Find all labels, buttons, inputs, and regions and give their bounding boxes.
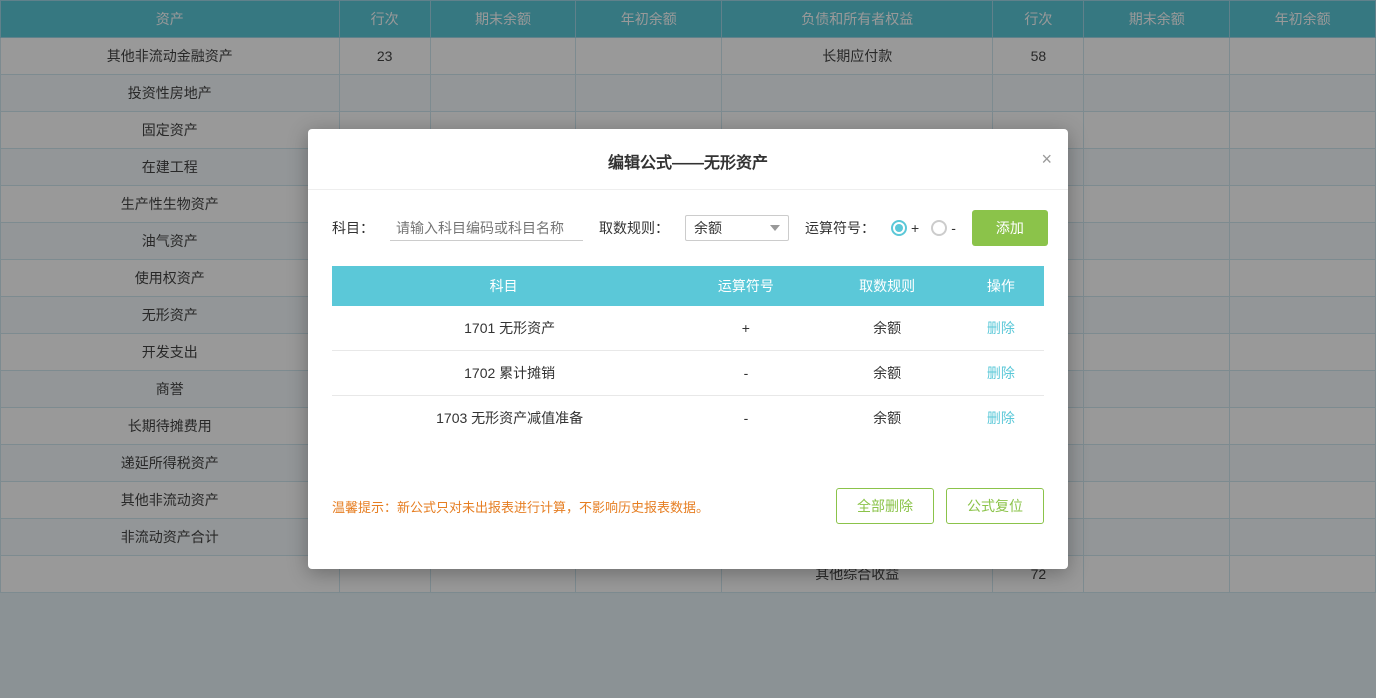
- radio-minus[interactable]: -: [931, 220, 956, 236]
- radio-minus-circle: [931, 220, 947, 236]
- operator-label: 运算符号：: [805, 218, 875, 238]
- th-action: 操作: [958, 266, 1044, 306]
- delete-row-button[interactable]: 删除: [987, 318, 1015, 338]
- add-button[interactable]: 添加: [972, 210, 1048, 246]
- radio-minus-label: -: [951, 220, 956, 236]
- formula-table: 科目 运算符号 取数规则 操作 1701 无形资产+余额删除1702 累计摊销-…: [332, 266, 1044, 440]
- reset-button[interactable]: 公式复位: [946, 488, 1044, 524]
- modal: 编辑公式——无形资产 × 科目： 取数规则： 余额借方发生额贷方发生额 运算符号…: [308, 129, 1068, 569]
- form-row: 科目： 取数规则： 余额借方发生额贷方发生额 运算符号： + -: [332, 210, 1044, 246]
- th-operator: 运算符号: [675, 266, 816, 306]
- subject-input[interactable]: [390, 216, 583, 241]
- hint-text: 温馨提示：新公式只对未出报表进行计算，不影响历史报表数据。: [332, 497, 709, 516]
- rule-select[interactable]: 余额借方发生额贷方发生额: [685, 215, 789, 241]
- modal-close-button[interactable]: ×: [1041, 150, 1052, 168]
- delete-row-button[interactable]: 删除: [987, 363, 1015, 383]
- th-rule: 取数规则: [817, 266, 958, 306]
- rule-select-wrapper: 余额借方发生额贷方发生额: [685, 215, 789, 241]
- radio-plus-label: +: [911, 220, 919, 236]
- modal-body: 科目： 取数规则： 余额借方发生额贷方发生额 运算符号： + -: [308, 190, 1068, 476]
- modal-footer: 温馨提示：新公式只对未出报表进行计算，不影响历史报表数据。 全部删除 公式复位: [308, 476, 1068, 544]
- modal-title: 编辑公式——无形资产: [608, 155, 768, 172]
- radio-plus-circle: [891, 220, 907, 236]
- modal-overlay: 编辑公式——无形资产 × 科目： 取数规则： 余额借方发生额贷方发生额 运算符号…: [0, 0, 1376, 698]
- modal-header: 编辑公式——无形资产 ×: [308, 129, 1068, 190]
- delete-all-button[interactable]: 全部删除: [836, 488, 934, 524]
- radio-plus[interactable]: +: [891, 220, 919, 236]
- formula-row: 1701 无形资产+余额删除: [332, 306, 1044, 351]
- operator-radio-group: + -: [891, 220, 956, 236]
- formula-row: 1702 累计摊销-余额删除: [332, 351, 1044, 396]
- delete-row-button[interactable]: 删除: [987, 408, 1015, 428]
- rule-label: 取数规则：: [599, 218, 669, 238]
- th-subject: 科目: [332, 266, 675, 306]
- formula-row: 1703 无形资产减值准备-余额删除: [332, 396, 1044, 441]
- footer-buttons: 全部删除 公式复位: [836, 488, 1044, 524]
- subject-label: 科目：: [332, 218, 374, 238]
- table-header-row: 科目 运算符号 取数规则 操作: [332, 266, 1044, 306]
